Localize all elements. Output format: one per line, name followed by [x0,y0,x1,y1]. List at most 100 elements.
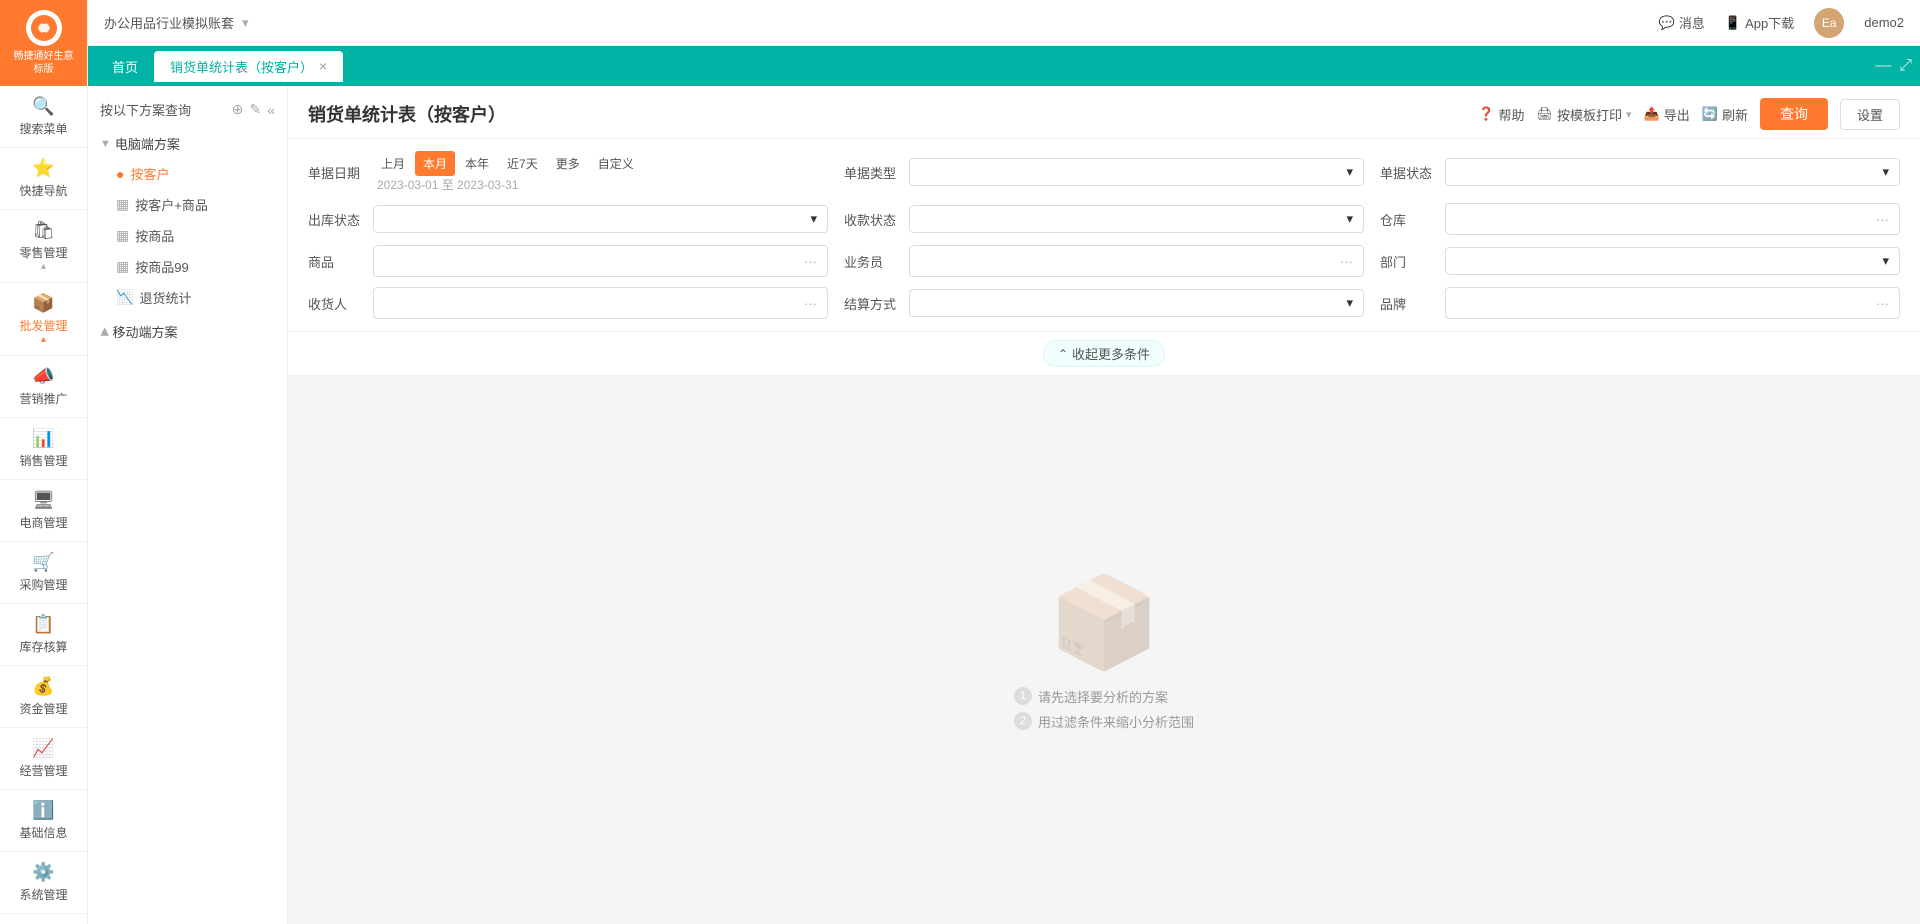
date-tab-last-month[interactable]: 上月 [373,151,413,176]
warehouse-input[interactable]: ··· [1445,203,1900,235]
page-title-bar: 销货单统计表（按客户） ❓ 帮助 🖨 按模板打印 ▾ 📤 导出 [288,86,1920,139]
scheme-by-customer[interactable]: ● 按客户 [88,158,287,189]
collapse-button[interactable]: ⌃ 收起更多条件 [1043,340,1165,367]
goods-label: 商品 [308,252,373,271]
filter-row-3: 商品 ··· 业务员 ··· [308,245,1900,277]
hint-1-num: 1 [1014,687,1032,705]
warehouse-dots: ··· [1876,212,1889,227]
top-header: 办公用品行业模拟账套 ▾ 💬 消息 📱 App下载 Ea demo2 [88,0,1920,46]
tab-bar: 首页 销货单统计表（按客户） × — ⤢ [88,46,1920,86]
sidebar-item-purchase[interactable]: 🛒 采购管理 [0,542,87,604]
mobile-scheme-group: ▶ 移动端方案 [88,317,287,346]
sales-icon: 📊 [32,428,54,449]
star-icon: ⭐ [32,158,54,179]
dept-select[interactable]: ▾ [1445,247,1900,275]
sidebar-item-search[interactable]: 🔍 搜索菜单 [0,86,87,148]
sidebar-item-retail[interactable]: 🛍 零售管理 ▴ [0,210,87,283]
tab-home[interactable]: 首页 [96,51,154,82]
sidebar-item-wholesale[interactable]: 📦 批发管理 ▴ [0,283,87,356]
outstatus-select[interactable]: ▾ [373,205,828,233]
goods-filter: 商品 ··· [308,245,828,277]
settlement-filter: 结算方式 ▾ [844,287,1364,319]
receiver-label: 收货人 [308,294,373,313]
print-btn[interactable]: 🖨 按模板打印 ▾ [1537,105,1632,124]
sidebar-item-marketing[interactable]: 📣 营销推广 [0,356,87,418]
logo-icon [26,10,62,46]
salesperson-label: 业务员 [844,252,909,271]
sidebar-item-basicinfo[interactable]: ℹ️ 基础信息 [0,790,87,852]
home-tab-label: 首页 [112,57,138,76]
mobile-group-arrow: ▶ [98,327,111,335]
edit-scheme-icon[interactable]: ✎ [249,101,261,118]
app-icon: 📱 [1725,15,1741,31]
outstatus-filter: 出库状态 ▾ [308,203,828,235]
sidebar-item-quicknav[interactable]: ⭐ 快捷导航 [0,148,87,210]
collapse-scheme-icon[interactable]: « [267,102,275,118]
panel-actions: ⊕ ✎ « [232,101,275,118]
tab-bar-actions: — ⤢ [1875,57,1912,75]
settings-button[interactable]: 设置 [1840,99,1900,130]
title-actions: ❓ 帮助 🖨 按模板打印 ▾ 📤 导出 🔄 刷新 [1478,98,1900,130]
scheme-by-goods99[interactable]: ▦ 按商品99 [88,251,287,282]
app-download-nav[interactable]: 📱 App下载 [1725,13,1794,32]
export-btn[interactable]: 📤 导出 [1644,105,1690,124]
export-icon: 📤 [1644,106,1660,122]
settlement-select[interactable]: ▾ [909,289,1364,317]
scheme-return-stats[interactable]: 📉 退货统计 [88,282,287,313]
scheme-by-customer-goods[interactable]: ▦ 按客户+商品 [88,189,287,220]
sidebar-item-management[interactable]: 📈 经营管理 [0,728,87,790]
mobile-group-label: 移动端方案 [112,322,177,341]
brand-dots: ··· [1876,296,1889,311]
paystatus-select[interactable]: ▾ [909,205,1364,233]
message-icon: 💬 [1659,15,1675,31]
date-tab-more[interactable]: 更多 [548,151,588,176]
docstatus-label: 单据状态 [1380,163,1445,182]
salesperson-input[interactable]: ··· [909,245,1364,277]
tab-close-icon[interactable]: × [319,59,327,73]
sidebar-item-ecommerce[interactable]: 🖥 电商管理 [0,480,87,542]
mobile-group-header[interactable]: ▶ 移动端方案 [88,317,287,346]
goods-input[interactable]: ··· [373,245,828,277]
sidebar-item-system[interactable]: ⚙️ 系统管理 [0,852,87,914]
refresh-btn[interactable]: 🔄 刷新 [1702,105,1748,124]
system-icon: ⚙️ [32,862,54,883]
sidebar-item-inventory[interactable]: 📋 库存核算 [0,604,87,666]
desktop-group-header[interactable]: ▼ 电脑端方案 [88,129,287,158]
goods99-scheme-icon: ▦ [116,258,129,275]
query-button[interactable]: 查询 [1760,98,1828,130]
dept-control: ▾ [1445,247,1900,275]
retail-arrow: ▴ [41,261,46,272]
doctype-filter: 单据类型 ▾ [844,151,1364,193]
brand-control: ··· [1445,287,1900,319]
doctype-arrow: ▾ [1346,164,1353,180]
tab-minimize-icon[interactable]: — [1875,57,1891,75]
user-avatar[interactable]: Ea [1814,8,1844,38]
refresh-icon: 🔄 [1702,106,1718,122]
help-btn[interactable]: ❓ 帮助 [1478,105,1524,124]
tab-sales-report[interactable]: 销货单统计表（按客户） × [154,51,343,82]
sidebar-item-sales[interactable]: 📊 销售管理 [0,418,87,480]
scheme-by-goods[interactable]: ▦ 按商品 [88,220,287,251]
add-scheme-icon[interactable]: ⊕ [232,101,244,118]
message-nav[interactable]: 💬 消息 [1659,13,1705,32]
date-tab-custom[interactable]: 自定义 [590,151,642,176]
breadcrumb-text: 办公用品行业模拟账套 [104,13,234,32]
group-collapse-arrow: ▼ [100,138,111,150]
brand-input[interactable]: ··· [1445,287,1900,319]
date-tab-this-year[interactable]: 本年 [457,151,497,176]
sidebar-item-finance[interactable]: 💰 资金管理 [0,666,87,728]
receiver-input[interactable]: ··· [373,287,828,319]
doctype-control: ▾ [909,158,1364,186]
tab-expand-icon[interactable]: ⤢ [1899,57,1912,75]
sidebar-item-cooperation[interactable]: 🤝 企业协同 [0,914,87,924]
user-name: demo2 [1864,15,1904,30]
date-tab-this-month[interactable]: 本月 [415,151,455,176]
date-tab-7days[interactable]: 近7天 [499,151,546,176]
docstatus-select[interactable]: ▾ [1445,158,1900,186]
purchase-icon: 🛒 [32,552,54,573]
app-logo[interactable]: 畅捷通好生意 标版 [0,0,87,86]
header-left: 办公用品行业模拟账套 ▾ [104,13,249,32]
empty-illustration: 📦 [1048,570,1160,675]
doctype-select[interactable]: ▾ [909,158,1364,186]
basicinfo-icon: ℹ️ [32,800,54,821]
